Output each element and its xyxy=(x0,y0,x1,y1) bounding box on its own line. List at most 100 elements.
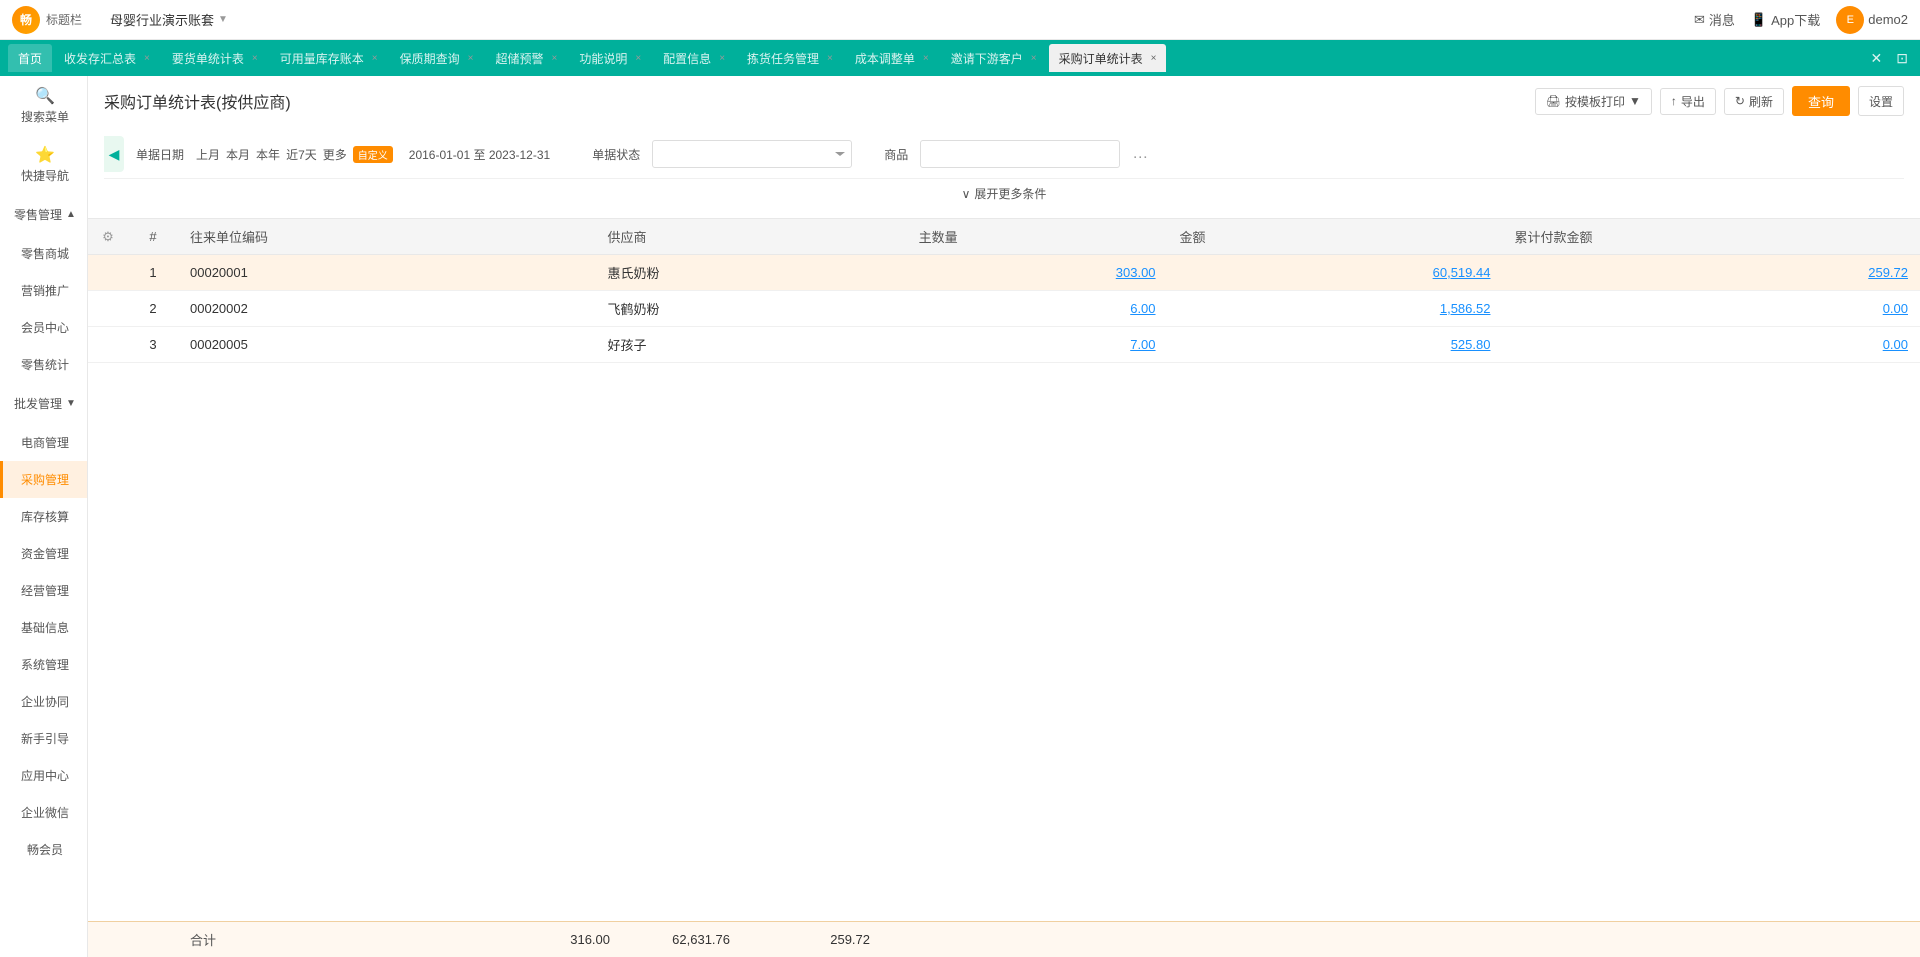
tab-home[interactable]: 首页 xyxy=(8,44,52,72)
sidebar-item-enterprise[interactable]: 企业协同 xyxy=(0,683,87,720)
close-icon[interactable]: × xyxy=(144,53,150,64)
footer-paid: 259.72 xyxy=(770,932,870,947)
table-row[interactable]: 1 00020001 惠氏奶粉 303.00 60,519.44 259.72 xyxy=(88,255,1920,291)
refresh-button[interactable]: ↻ 刷新 xyxy=(1724,88,1784,115)
sidebar-item-quicknav[interactable]: ⭐ 快捷导航 xyxy=(0,135,87,194)
close-icon[interactable]: × xyxy=(372,53,378,64)
tab-caigou[interactable]: 采购订单统计表 × xyxy=(1049,44,1167,72)
row-amount[interactable]: 1,586.52 xyxy=(1168,291,1503,327)
table-row[interactable]: 2 00020002 飞鹤奶粉 6.00 1,586.52 0.00 xyxy=(88,291,1920,327)
tab-chengben-label: 成本调整单 xyxy=(855,50,915,67)
shortcut-this-year[interactable]: 本年 xyxy=(256,146,280,163)
tab-keyongliang-label: 可用量库存账本 xyxy=(280,50,364,67)
workspace-dropdown-icon: ▼ xyxy=(218,14,228,25)
close-icon[interactable]: × xyxy=(468,53,474,64)
sidebar-item-member2-label: 畅会员 xyxy=(27,841,63,858)
top-bar: 畅 标题栏 母婴行业演示账套 ▼ ✉ 消息 📱 App下载 E demo2 xyxy=(0,0,1920,40)
data-table: ⚙ # 往来单位编码 供应商 主数量 金额 累计付款金额 1 00020 xyxy=(88,219,1920,363)
close-icon[interactable]: × xyxy=(719,53,725,64)
shortcut-7days[interactable]: 近7天 xyxy=(286,146,317,163)
tab-gongneng[interactable]: 功能说明 × xyxy=(569,44,651,72)
sidebar-item-purchase[interactable]: 采购管理 xyxy=(0,461,87,498)
sidebar-item-inventory-label: 库存核算 xyxy=(21,508,69,525)
close-icon[interactable]: × xyxy=(827,53,833,64)
sidebar-item-search-label: 搜索菜单 xyxy=(21,108,69,125)
sidebar-item-basics-label: 基础信息 xyxy=(21,619,69,636)
sidebar-item-inventory[interactable]: 库存核算 xyxy=(0,498,87,535)
close-icon[interactable]: × xyxy=(1151,53,1157,64)
tab-keyongliang[interactable]: 可用量库存账本 × xyxy=(270,44,388,72)
sidebar-item-system[interactable]: 系统管理 xyxy=(0,646,87,683)
export-button[interactable]: ↑ 导出 xyxy=(1660,88,1716,115)
row-qty[interactable]: 303.00 xyxy=(907,255,1168,291)
expand-more-btn[interactable]: ∨ 展开更多条件 xyxy=(104,178,1904,208)
app-download-btn[interactable]: 📱 App下载 xyxy=(1751,10,1820,29)
sidebar-item-ecommerce[interactable]: 电商管理 xyxy=(0,424,87,461)
nav-maximize-btn[interactable]: ⊡ xyxy=(1892,48,1912,69)
nav-close-btn[interactable]: ✕ xyxy=(1867,48,1887,69)
shortcut-this-month[interactable]: 本月 xyxy=(226,146,250,163)
shortcut-last-month[interactable]: 上月 xyxy=(196,146,220,163)
sidebar-item-operations[interactable]: 经营管理 xyxy=(0,572,87,609)
sidebar-item-quicknav-label: 快捷导航 xyxy=(21,167,69,184)
workspace-selector[interactable]: 母婴行业演示账套 ▼ xyxy=(110,10,228,29)
more-options-icon[interactable]: … xyxy=(1132,145,1148,163)
sidebar-item-retail-stat-label: 零售统计 xyxy=(21,356,69,373)
sidebar-item-member[interactable]: 会员中心 xyxy=(0,309,87,346)
row-amount[interactable]: 60,519.44 xyxy=(1168,255,1503,291)
tab-baoxiaoqi[interactable]: 保质期查询 × xyxy=(390,44,484,72)
row-amount[interactable]: 525.80 xyxy=(1168,327,1503,363)
sidebar-item-marketing[interactable]: 营销推广 xyxy=(0,272,87,309)
footer-amount: 62,631.76 xyxy=(630,932,730,947)
tab-chengben[interactable]: 成本调整单 × xyxy=(845,44,939,72)
user-area[interactable]: E demo2 xyxy=(1836,6,1908,34)
message-btn[interactable]: ✉ 消息 xyxy=(1694,10,1735,29)
row-paid[interactable]: 0.00 xyxy=(1502,327,1920,363)
row-supplier: 惠氏奶粉 xyxy=(595,255,906,291)
template-print-button[interactable]: 🖨 按模板打印 ▼ xyxy=(1535,88,1652,115)
sidebar-item-wholesale[interactable]: 批发管理 ▼ xyxy=(0,383,87,424)
sidebar-item-search[interactable]: 🔍 搜索菜单 xyxy=(0,76,87,135)
close-icon[interactable]: × xyxy=(923,53,929,64)
settings-button[interactable]: 设置 xyxy=(1858,86,1904,116)
row-paid[interactable]: 0.00 xyxy=(1502,291,1920,327)
close-icon[interactable]: × xyxy=(551,53,557,64)
logo-area: 畅 标题栏 xyxy=(12,6,82,34)
sidebar-item-member2[interactable]: 畅会员 xyxy=(0,831,87,868)
sidebar-item-retail[interactable]: 零售管理 ▲ xyxy=(0,194,87,235)
row-qty[interactable]: 6.00 xyxy=(907,291,1168,327)
tab-chaochu[interactable]: 超储预警 × xyxy=(485,44,567,72)
table-row[interactable]: 3 00020005 好孩子 7.00 525.80 0.00 xyxy=(88,327,1920,363)
tab-peizhi[interactable]: 配置信息 × xyxy=(653,44,735,72)
filter-toggle-btn[interactable]: ◀ xyxy=(104,136,124,172)
custom-date-badge[interactable]: 自定义 xyxy=(353,146,393,163)
row-paid[interactable]: 259.72 xyxy=(1502,255,1920,291)
shortcut-more[interactable]: 更多 xyxy=(323,146,347,163)
close-icon[interactable]: × xyxy=(1031,53,1037,64)
sidebar-item-appstore[interactable]: 应用中心 xyxy=(0,757,87,794)
sidebar-item-finance[interactable]: 资金管理 xyxy=(0,535,87,572)
close-icon[interactable]: × xyxy=(635,53,641,64)
sidebar-item-basics[interactable]: 基础信息 xyxy=(0,609,87,646)
tab-shoufaquan[interactable]: 收发存汇总表 × xyxy=(54,44,160,72)
tab-yaohuo[interactable]: 要货单统计表 × xyxy=(162,44,268,72)
tab-panhuo[interactable]: 拣货任务管理 × xyxy=(737,44,843,72)
status-select[interactable] xyxy=(652,140,852,168)
star-icon: ⭐ xyxy=(35,145,55,165)
main-layout: 🔍 搜索菜单 ⭐ 快捷导航 零售管理 ▲ 零售商城 营销推广 会员中心 零售统计… xyxy=(0,76,1920,957)
search-button[interactable]: 查询 xyxy=(1792,86,1850,116)
sidebar-item-wechat[interactable]: 企业微信 xyxy=(0,794,87,831)
settings-col-icon[interactable]: ⚙ xyxy=(102,229,114,244)
tab-yaoqing[interactable]: 邀请下游客户 × xyxy=(941,44,1047,72)
sidebar-item-retail-shop[interactable]: 零售商城 xyxy=(0,235,87,272)
search-icon: 🔍 xyxy=(35,86,55,106)
close-icon[interactable]: × xyxy=(252,53,258,64)
goods-input[interactable] xyxy=(920,140,1120,168)
row-qty[interactable]: 7.00 xyxy=(907,327,1168,363)
sidebar-item-enterprise-label: 企业协同 xyxy=(21,693,69,710)
refresh-label: 刷新 xyxy=(1749,93,1773,110)
sidebar-item-retail-stat[interactable]: 零售统计 xyxy=(0,346,87,383)
top-bar-right: ✉ 消息 📱 App下载 E demo2 xyxy=(1694,6,1908,34)
sidebar-item-newguide[interactable]: 新手引导 xyxy=(0,720,87,757)
settings-label: 设置 xyxy=(1869,95,1893,109)
